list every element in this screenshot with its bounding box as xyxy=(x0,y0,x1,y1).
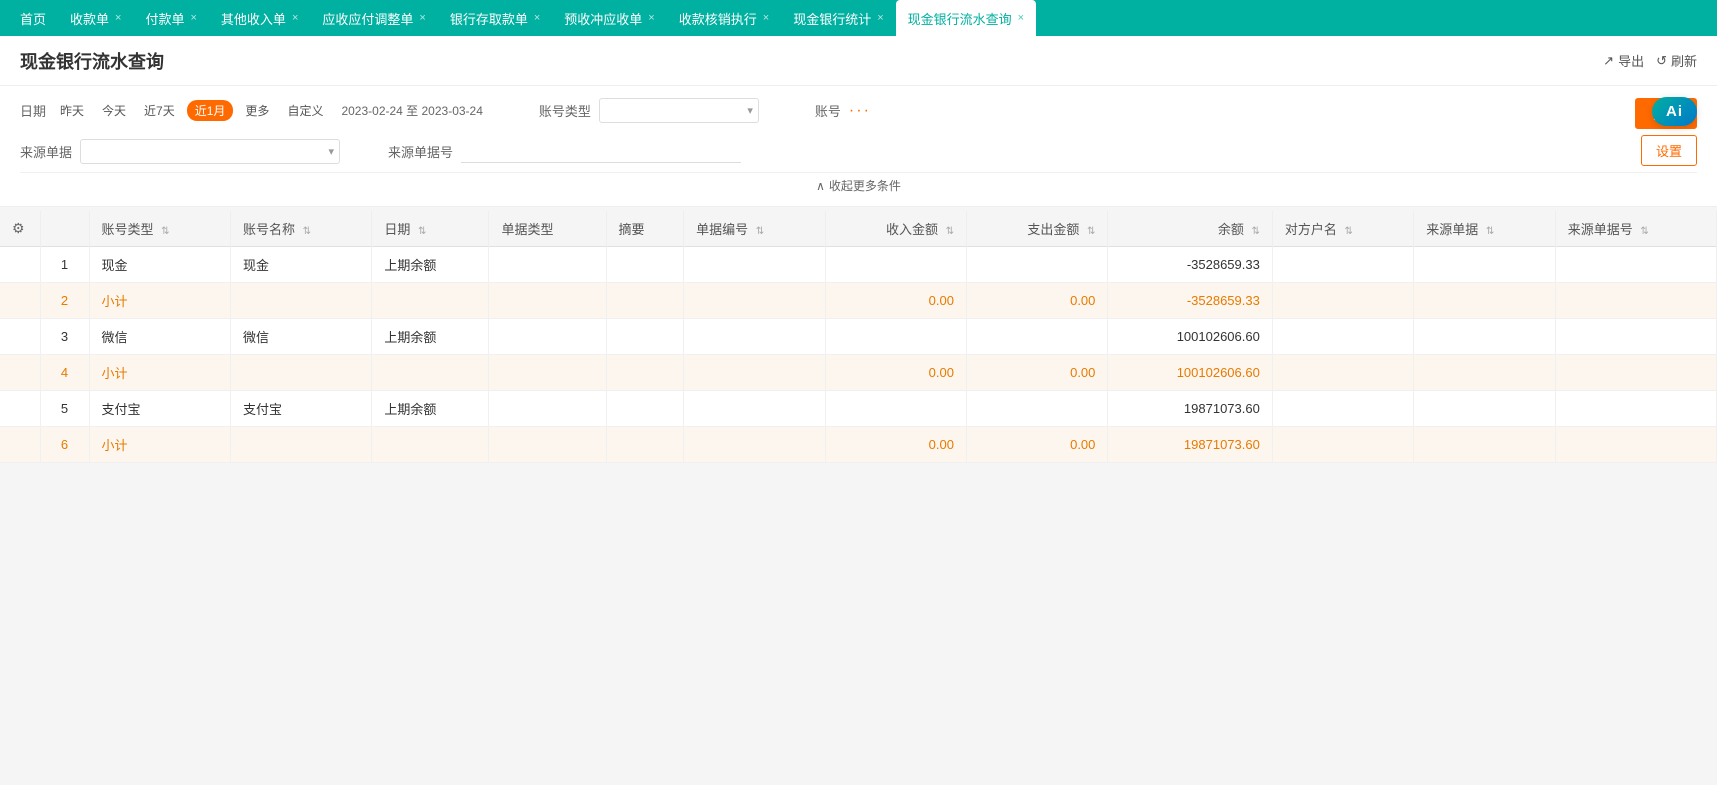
th-counterpart[interactable]: 对方户名 ⇅ xyxy=(1272,211,1413,247)
date-filter-group: 日期 昨天 今天 近7天 近1月 更多 自定义 2023-02-24 至 202… xyxy=(20,100,483,121)
collapse-up-icon: ∧ xyxy=(816,179,825,193)
table-header-row: ⚙ 账号类型 ⇅ 账号名称 ⇅ 日期 ⇅ 单据类型 xyxy=(0,211,1717,247)
collapse-bar[interactable]: ∧ 收起更多条件 xyxy=(20,172,1697,198)
account-group: 账号 ··· xyxy=(815,101,871,120)
account-label: 账号 xyxy=(815,101,841,120)
close-icon[interactable]: × xyxy=(292,12,298,24)
page-title: 现金银行流水查询 xyxy=(20,48,164,74)
table-row[interactable]: 1现金现金上期余额-3528659.33 xyxy=(0,247,1717,283)
top-navigation: 首页 收款单 × 付款单 × 其他收入单 × 应收应付调整单 × 银行存取款单 … xyxy=(0,0,1717,36)
date-shortcuts: 昨天 今天 近7天 近1月 更多 自定义 xyxy=(54,100,329,121)
date-range-display: 2023-02-24 至 2023-03-24 xyxy=(341,102,482,119)
th-doc-no[interactable]: 单据编号 ⇅ xyxy=(684,211,825,247)
sort-icon: ⇅ xyxy=(1344,226,1352,237)
nav-tab-bankFlow[interactable]: 现金银行流水查询 × xyxy=(896,0,1036,36)
nav-home[interactable]: 首页 xyxy=(8,0,58,36)
source-doc-select[interactable] xyxy=(80,139,340,164)
table-row[interactable]: 5支付宝支付宝上期余额19871073.60 xyxy=(0,391,1717,427)
nav-tab-writeOff[interactable]: 收款核销执行 × xyxy=(667,0,781,36)
close-icon[interactable]: × xyxy=(763,12,769,24)
th-income[interactable]: 收入金额 ⇅ xyxy=(825,211,966,247)
close-icon[interactable]: × xyxy=(419,12,425,24)
sort-icon: ⇅ xyxy=(418,226,426,237)
th-row-num xyxy=(40,211,89,247)
close-icon[interactable]: × xyxy=(648,12,654,24)
nav-tab-shouKuanDan[interactable]: 收款单 × xyxy=(58,0,133,36)
date-1month[interactable]: 近1月 xyxy=(187,100,234,121)
sort-icon: ⇅ xyxy=(1640,226,1648,237)
date-more[interactable]: 更多 xyxy=(239,100,275,121)
sort-icon: ⇅ xyxy=(1087,226,1095,237)
th-summary: 摘要 xyxy=(606,211,684,247)
date-custom[interactable]: 自定义 xyxy=(281,100,329,121)
date-today[interactable]: 今天 xyxy=(96,100,132,121)
export-button[interactable]: ↗ 导出 xyxy=(1603,51,1644,70)
source-doc-label: 来源单据 xyxy=(20,142,72,161)
sort-icon: ⇅ xyxy=(161,226,169,237)
refresh-button[interactable]: ↺ 刷新 xyxy=(1656,51,1697,70)
sort-icon: ⇅ xyxy=(1486,226,1494,237)
nav-tab-otherIncome[interactable]: 其他收入单 × xyxy=(209,0,310,36)
th-balance[interactable]: 余额 ⇅ xyxy=(1108,211,1272,247)
th-account-name[interactable]: 账号名称 ⇅ xyxy=(230,211,371,247)
page-header: 现金银行流水查询 ↗ 导出 ↺ 刷新 xyxy=(0,36,1717,86)
date-label: 日期 xyxy=(20,101,46,120)
table-area: ⚙ 账号类型 ⇅ 账号名称 ⇅ 日期 ⇅ 单据类型 xyxy=(0,211,1717,463)
table-row[interactable]: 2小计0.000.00-3528659.33 xyxy=(0,283,1717,319)
nav-tab-fuKuanDan[interactable]: 付款单 × xyxy=(133,0,208,36)
th-source-doc[interactable]: 来源单据 ⇅ xyxy=(1414,211,1555,247)
th-source-doc-no[interactable]: 来源单据号 ⇅ xyxy=(1555,211,1716,247)
settings-button[interactable]: 设置 xyxy=(1641,135,1697,166)
table-row[interactable]: 6小计0.000.0019871073.60 xyxy=(0,427,1717,463)
table-row[interactable]: 3微信微信上期余额100102606.60 xyxy=(0,319,1717,355)
close-icon[interactable]: × xyxy=(1018,12,1024,24)
source-doc-group: 来源单据 ▾ xyxy=(20,139,340,164)
account-dots-button[interactable]: ··· xyxy=(849,102,871,120)
th-settings[interactable]: ⚙ xyxy=(0,211,40,247)
th-expense[interactable]: 支出金额 ⇅ xyxy=(966,211,1107,247)
nav-tab-adjust[interactable]: 应收应付调整单 × xyxy=(310,0,437,36)
close-icon[interactable]: × xyxy=(534,12,540,24)
close-icon[interactable]: × xyxy=(877,12,883,24)
account-type-select-wrapper: ▾ xyxy=(599,98,759,123)
ai-badge[interactable]: Ai xyxy=(1652,97,1697,126)
th-account-type[interactable]: 账号类型 ⇅ xyxy=(89,211,230,247)
gear-icon[interactable]: ⚙ xyxy=(12,220,25,236)
data-table: ⚙ 账号类型 ⇅ 账号名称 ⇅ 日期 ⇅ 单据类型 xyxy=(0,211,1717,463)
filter-area: 日期 昨天 今天 近7天 近1月 更多 自定义 2023-02-24 至 202… xyxy=(0,86,1717,207)
source-doc-no-group: 来源单据号 xyxy=(388,141,741,163)
th-doc-type: 单据类型 xyxy=(489,211,606,247)
source-doc-select-wrapper: ▾ xyxy=(80,139,340,164)
account-type-group: 账号类型 ▾ xyxy=(539,98,759,123)
source-doc-no-label: 来源单据号 xyxy=(388,142,453,161)
refresh-icon: ↺ xyxy=(1656,53,1667,69)
date-yesterday[interactable]: 昨天 xyxy=(54,100,90,121)
table-row[interactable]: 4小计0.000.00100102606.60 xyxy=(0,355,1717,391)
source-doc-no-input[interactable] xyxy=(461,141,741,163)
th-date[interactable]: 日期 ⇅ xyxy=(372,211,489,247)
sort-icon: ⇅ xyxy=(303,226,311,237)
account-type-select[interactable] xyxy=(599,98,759,123)
nav-tab-preReceive[interactable]: 预收冲应收单 × xyxy=(552,0,666,36)
close-icon[interactable]: × xyxy=(190,12,196,24)
account-type-label: 账号类型 xyxy=(539,101,591,120)
sort-icon: ⇅ xyxy=(1251,226,1259,237)
close-icon[interactable]: × xyxy=(115,12,121,24)
nav-tab-bankStats[interactable]: 现金银行统计 × xyxy=(781,0,895,36)
nav-tab-bankDeposit[interactable]: 银行存取款单 × xyxy=(438,0,552,36)
header-actions: ↗ 导出 ↺ 刷新 xyxy=(1603,51,1697,70)
date-7days[interactable]: 近7天 xyxy=(138,100,181,121)
sort-icon: ⇅ xyxy=(756,226,764,237)
sort-icon: ⇅ xyxy=(946,226,954,237)
export-icon: ↗ xyxy=(1603,53,1614,69)
